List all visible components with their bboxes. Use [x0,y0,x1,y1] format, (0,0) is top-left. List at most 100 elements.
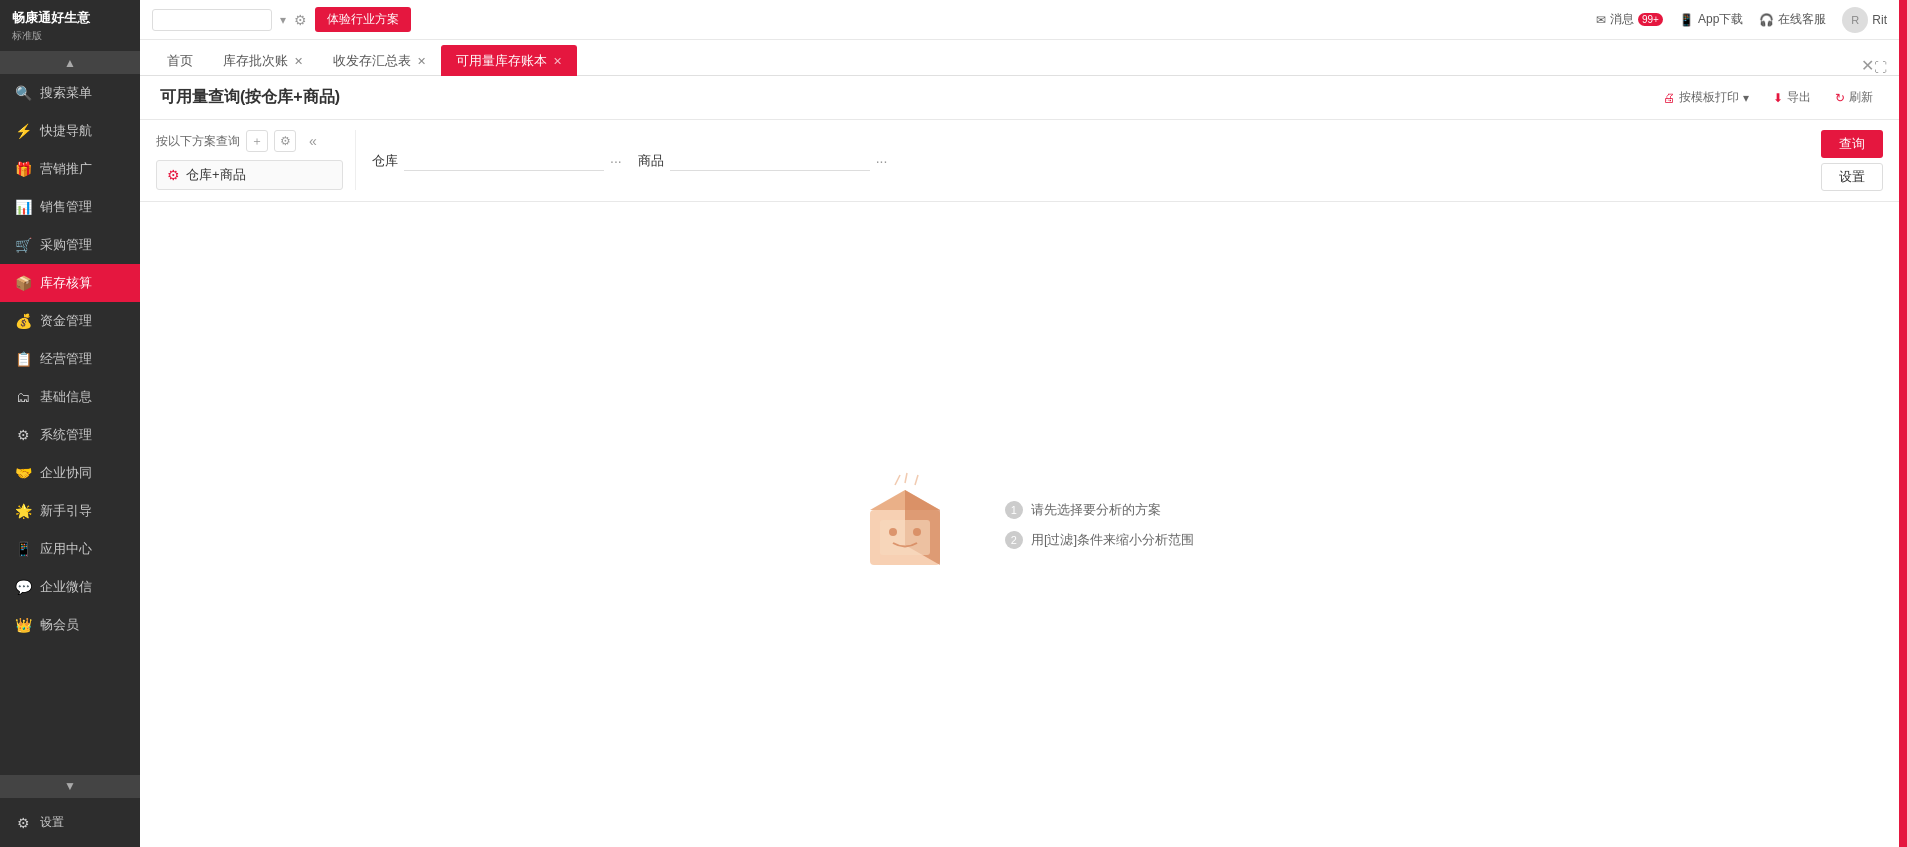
right-panel[interactable] [1899,0,1907,847]
member-icon: 👑 [14,617,32,633]
tab-available-qty-label: 可用量库存账本 [456,52,547,70]
scheme-label: 仓库+商品 [186,166,246,184]
brand-name: 畅康通好生意 [12,10,128,27]
page-header: 可用量查询(按仓库+商品) 🖨 按模板打印 ▾ ⬇ 导出 ↻ 刷新 [140,76,1899,120]
warehouse-field: 仓库 ··· [372,150,622,171]
refresh-icon: ↻ [1835,91,1845,105]
search-icon: 🔍 [14,85,32,101]
sidebar-label-guide: 新手引导 [40,502,92,520]
basic-icon: 🗂 [14,389,32,405]
sidebar-label-purchase: 采购管理 [40,236,92,254]
user-area[interactable]: R Rit [1842,7,1887,33]
tab-summary[interactable]: 收发存汇总表 ✕ [318,45,441,76]
sidebar-item-marketing[interactable]: 🎁 营销推广 [0,150,140,188]
headset-icon: 🎧 [1759,13,1774,27]
message-action[interactable]: ✉ 消息 99+ [1596,11,1663,28]
tab-home[interactable]: 首页 [152,45,208,76]
sidebar-label-system: 系统管理 [40,426,92,444]
top-bar-actions: ✉ 消息 99+ 📱 App下载 🎧 在线客服 R Rit [1596,7,1887,33]
tip-number-1: 1 [1005,501,1023,519]
setting-button[interactable]: 设置 [1821,163,1883,191]
filter-settings-btn[interactable]: ⚙ [274,130,296,152]
trial-button[interactable]: 体验行业方案 [315,7,411,32]
tab-batch-ledger[interactable]: 库存批次账 ✕ [208,45,318,76]
sidebar-item-member[interactable]: 👑 畅会员 [0,606,140,644]
apps-icon: 📱 [14,541,32,557]
sidebar-item-system[interactable]: ⚙ 系统管理 [0,416,140,454]
scheme-icon: ⚙ [167,167,180,183]
app-download-icon: 📱 [1679,13,1694,27]
tab-summary-label: 收发存汇总表 [333,52,411,70]
svg-line-7 [905,473,907,483]
sidebar-scroll-up[interactable]: ▲ [0,52,140,74]
empty-tips: 1 请先选择要分析的方案 2 用[过滤]条件来缩小分析范围 [1005,501,1194,549]
inventory-icon: 📦 [14,275,32,291]
sidebar-label-search: 搜索菜单 [40,84,92,102]
app-download-label: App下载 [1698,11,1743,28]
svg-line-6 [895,475,900,485]
sidebar-item-inventory[interactable]: 📦 库存核算 [0,264,140,302]
svg-point-5 [913,528,921,536]
top-bar-arrow-icon[interactable]: ▾ [280,13,286,27]
tab-bar: 首页 库存批次账 ✕ 收发存汇总表 ✕ 可用量库存账本 ✕ ✕ ⛶ [140,40,1899,76]
sidebar-item-operation[interactable]: 📋 经营管理 [0,340,140,378]
sidebar-item-wechat[interactable]: 💬 企业微信 [0,568,140,606]
filter-scheme-item[interactable]: ⚙ 仓库+商品 [156,160,343,190]
sidebar-nav: 🔍 搜索菜单 ⚡ 快捷导航 🎁 营销推广 📊 销售管理 🛒 采购管理 📦 库存核… [0,74,140,775]
svg-rect-3 [880,520,930,555]
sidebar-item-basic[interactable]: 🗂 基础信息 [0,378,140,416]
sidebar-label-apps: 应用中心 [40,540,92,558]
message-icon: ✉ [1596,13,1606,27]
sidebar-item-guide[interactable]: 🌟 新手引导 [0,492,140,530]
empty-tip-2: 2 用[过滤]条件来缩小分析范围 [1005,531,1194,549]
warehouse-input[interactable] [404,150,604,171]
sidebar-item-finance[interactable]: 💰 资金管理 [0,302,140,340]
export-action[interactable]: ⬇ 导出 [1767,86,1817,109]
sidebar-item-search[interactable]: 🔍 搜索菜单 [0,74,140,112]
product-more-icon[interactable]: ··· [876,153,888,169]
empty-state: 1 请先选择要分析的方案 2 用[过滤]条件来缩小分析范围 [140,202,1899,847]
filter-left-panel: 按以下方案查询 ＋ ⚙ « ⚙ 仓库+商品 [156,130,356,190]
warehouse-more-icon[interactable]: ··· [610,153,622,169]
filter-area: 按以下方案查询 ＋ ⚙ « ⚙ 仓库+商品 仓库 ··· 商品 [140,120,1899,202]
wechat-icon: 💬 [14,579,32,595]
sidebar-item-shortcut[interactable]: ⚡ 快捷导航 [0,112,140,150]
empty-tip-1: 1 请先选择要分析的方案 [1005,501,1194,519]
print-action[interactable]: 🖨 按模板打印 ▾ [1657,86,1755,109]
top-search-input[interactable] [152,9,272,31]
online-service-action[interactable]: 🎧 在线客服 [1759,11,1826,28]
print-arrow-icon: ▾ [1743,91,1749,105]
sidebar: 畅康通好生意 标准版 ▲ 🔍 搜索菜单 ⚡ 快捷导航 🎁 营销推广 📊 销售管理… [0,0,140,847]
tab-available-qty[interactable]: 可用量库存账本 ✕ [441,45,577,76]
empty-illustration [845,465,965,585]
filter-collapse-btn[interactable]: « [302,130,324,152]
filter-label-row: 按以下方案查询 ＋ ⚙ « [156,130,343,152]
query-button[interactable]: 查询 [1821,130,1883,158]
sidebar-item-enterprise[interactable]: 🤝 企业协同 [0,454,140,492]
sidebar-item-apps[interactable]: 📱 应用中心 [0,530,140,568]
refresh-label: 刷新 [1849,89,1873,106]
filter-right-panel: 仓库 ··· 商品 ··· 查询 设置 [356,130,1883,191]
tab-available-qty-close[interactable]: ✕ [553,55,562,68]
sidebar-item-settings[interactable]: ⚙ 设置 [0,806,140,839]
guide-icon: 🌟 [14,503,32,519]
brand-edition: 标准版 [12,29,128,43]
product-input[interactable] [670,150,870,171]
sidebar-label-marketing: 营销推广 [40,160,92,178]
refresh-action[interactable]: ↻ 刷新 [1829,86,1879,109]
sidebar-item-purchase[interactable]: 🛒 采购管理 [0,226,140,264]
window-close-icon[interactable]: ✕ [1861,56,1874,75]
sidebar-scroll-down[interactable]: ▼ [0,775,140,797]
app-download-action[interactable]: 📱 App下载 [1679,11,1743,28]
tab-summary-close[interactable]: ✕ [417,55,426,68]
tab-batch-ledger-close[interactable]: ✕ [294,55,303,68]
sidebar-item-sales[interactable]: 📊 销售管理 [0,188,140,226]
tab-home-label: 首页 [167,52,193,70]
top-bar-gear-icon[interactable]: ⚙ [294,12,307,28]
filter-add-btn[interactable]: ＋ [246,130,268,152]
window-expand-icon[interactable]: ⛶ [1874,60,1887,75]
action-buttons: 查询 设置 [1821,130,1883,191]
sidebar-label-operation: 经营管理 [40,350,92,368]
tip-number-2: 2 [1005,531,1023,549]
tab-batch-ledger-label: 库存批次账 [223,52,288,70]
